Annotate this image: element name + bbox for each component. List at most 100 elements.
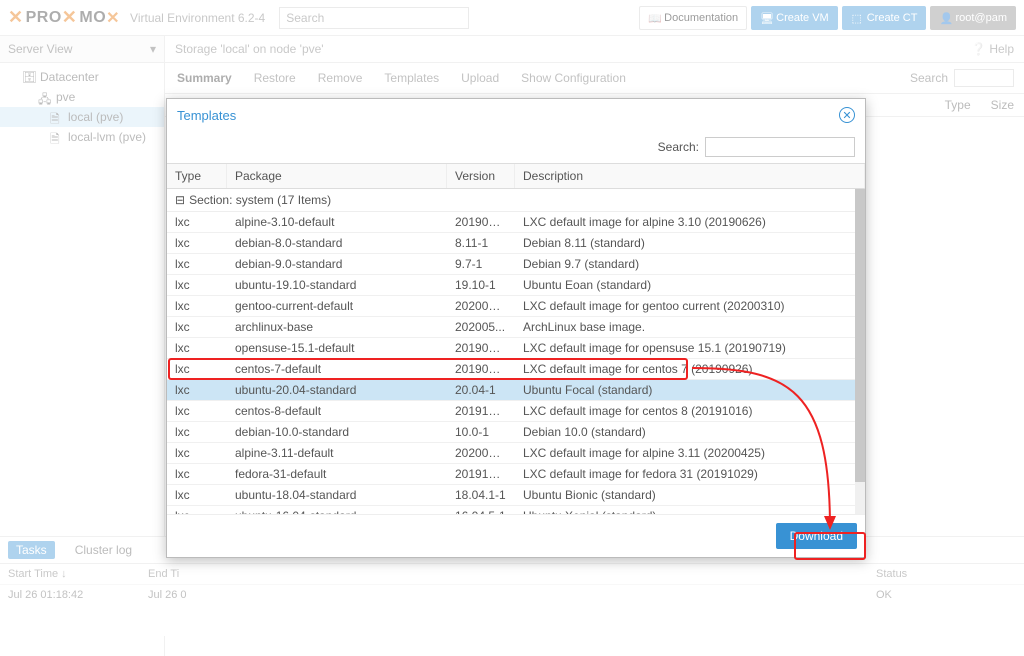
template-row[interactable]: lxcubuntu-18.04-standard18.04.1-1Ubuntu … [167, 485, 865, 506]
cell-description: LXC default image for opensuse 15.1 (201… [515, 338, 865, 358]
cell-version: 18.04.1-1 [447, 485, 515, 505]
cell-package: debian-10.0-standard [227, 422, 447, 442]
template-row[interactable]: lxccentos-8-default20191016LXC default i… [167, 401, 865, 422]
cell-description: Debian 10.0 (standard) [515, 422, 865, 442]
create-vm-button[interactable]: 🖥Create VM [751, 6, 838, 30]
cell-version: 202005... [447, 317, 515, 337]
tab-cluster-log[interactable]: Cluster log [67, 541, 140, 559]
cell-package: centos-8-default [227, 401, 447, 421]
tree-storage-local-lvm[interactable]: 🗎local-lvm (pve) [0, 127, 164, 147]
cell-type: lxc [167, 464, 227, 484]
logo-x-icon: ✕ [106, 8, 120, 28]
templates-grid-header: Type Package Version Description [167, 163, 865, 189]
task-grid-header: Start Time ↓ End Ti Status [0, 564, 1024, 585]
dialog-search-input[interactable] [705, 137, 855, 157]
col-description[interactable]: Description [515, 164, 865, 188]
scrollbar-thumb[interactable] [855, 189, 865, 482]
template-row[interactable]: lxcubuntu-20.04-standard20.04-1Ubuntu Fo… [167, 380, 865, 401]
tree-storage-local[interactable]: 🗎local (pve) [0, 107, 164, 127]
templates-dialog: Templates ✕ Search: Type Package Version… [166, 98, 866, 558]
btn-templates[interactable]: Templates [382, 69, 441, 87]
tree-datacenter[interactable]: 🗄Datacenter [0, 67, 164, 87]
cell-type: lxc [167, 317, 227, 337]
template-row[interactable]: lxcdebian-8.0-standard8.11-1Debian 8.11 … [167, 233, 865, 254]
tree-node-pve[interactable]: 🖧pve [0, 87, 164, 107]
help-button[interactable]: ❔ Help [971, 42, 1014, 56]
user-icon: 👤 [939, 12, 951, 24]
cell-version: 9.7-1 [447, 254, 515, 274]
template-row[interactable]: lxcubuntu-19.10-standard19.10-1Ubuntu Eo… [167, 275, 865, 296]
collapse-icon[interactable]: ⊟ [175, 193, 185, 207]
cell-version: 20191029 [447, 464, 515, 484]
template-row[interactable]: lxcarchlinux-base202005...ArchLinux base… [167, 317, 865, 338]
template-row[interactable]: lxcfedora-31-default20191029LXC default … [167, 464, 865, 485]
chevron-down-icon[interactable]: ▾ [150, 42, 156, 56]
template-row[interactable]: lxcalpine-3.11-default20200425LXC defaul… [167, 443, 865, 464]
search-label: Search [910, 71, 948, 85]
cell-type: lxc [167, 233, 227, 253]
template-row[interactable]: lxcubuntu-16.04-standard16.04.5-1Ubuntu … [167, 506, 865, 514]
content-toolbar: Summary Restore Remove Templates Upload … [165, 63, 1024, 94]
tab-tasks[interactable]: Tasks [8, 541, 55, 559]
template-row[interactable]: lxcgentoo-current-default20200310LXC def… [167, 296, 865, 317]
template-row[interactable]: lxccentos-7-default20190926LXC default i… [167, 359, 865, 380]
col-package[interactable]: Package [227, 164, 447, 188]
server-icon: 🗄 [22, 70, 36, 84]
cell-package: gentoo-current-default [227, 296, 447, 316]
col-type[interactable]: Type [167, 164, 227, 188]
user-menu-button[interactable]: 👤root@pam [930, 6, 1016, 30]
cell-type: lxc [167, 380, 227, 400]
col-version[interactable]: Version [447, 164, 515, 188]
tab-summary[interactable]: Summary [175, 69, 234, 87]
cell-type: lxc [167, 422, 227, 442]
templates-grid-body: ⊟ Section: system (17 Items) lxcalpine-3… [167, 189, 865, 514]
download-button[interactable]: Download [776, 523, 857, 549]
disk-icon: 🗎 [50, 110, 64, 124]
template-row[interactable]: lxcdebian-9.0-standard9.7-1Debian 9.7 (s… [167, 254, 865, 275]
cell-version: 20200310 [447, 296, 515, 316]
cell-type: lxc [167, 443, 227, 463]
task-row[interactable]: Jul 26 01:18:42 Jul 26 0 OK [0, 585, 1024, 605]
template-row[interactable]: lxcalpine-3.10-default20190626LXC defaul… [167, 212, 865, 233]
cell-version: 20.04-1 [447, 380, 515, 400]
cell-description: LXC default image for alpine 3.10 (20190… [515, 212, 865, 232]
search-label: Search: [658, 140, 699, 154]
cell-version: 10.0-1 [447, 422, 515, 442]
btn-upload[interactable]: Upload [459, 69, 501, 87]
btn-remove[interactable]: Remove [316, 69, 365, 87]
close-icon[interactable]: ✕ [839, 107, 855, 123]
cell-description: Ubuntu Xenial (standard) [515, 506, 865, 514]
template-row[interactable]: lxcopensuse-15.1-default20190719LXC defa… [167, 338, 865, 359]
cell-description: LXC default image for gentoo current (20… [515, 296, 865, 316]
header-search-input[interactable] [279, 7, 469, 29]
cell-type: lxc [167, 506, 227, 514]
scrollbar[interactable] [855, 189, 865, 514]
btn-show-config[interactable]: Show Configuration [519, 69, 628, 87]
disk-icon: 🗎 [50, 130, 64, 144]
sidebar-header[interactable]: Server View ▾ [0, 36, 164, 63]
resource-tree: 🗄Datacenter 🖧pve 🗎local (pve) 🗎local-lvm… [0, 63, 164, 151]
content-search-input[interactable] [954, 69, 1014, 87]
btn-restore[interactable]: Restore [252, 69, 298, 87]
cell-type: lxc [167, 359, 227, 379]
cell-package: debian-8.0-standard [227, 233, 447, 253]
cell-description: Ubuntu Focal (standard) [515, 380, 865, 400]
monitor-icon: 🖥 [760, 12, 772, 24]
content-title: Storage 'local' on node 'pve' [175, 42, 324, 56]
cell-version: 20200425 [447, 443, 515, 463]
cell-package: debian-9.0-standard [227, 254, 447, 274]
cube-icon: ⬚ [851, 12, 863, 24]
template-row[interactable]: lxcdebian-10.0-standard10.0-1Debian 10.0… [167, 422, 865, 443]
cell-description: LXC default image for fedora 31 (2019102… [515, 464, 865, 484]
cell-description: Debian 9.7 (standard) [515, 254, 865, 274]
cell-description: LXC default image for alpine 3.11 (20200… [515, 443, 865, 463]
cell-type: lxc [167, 401, 227, 421]
create-ct-button[interactable]: ⬚Create CT [842, 6, 927, 30]
cell-description: ArchLinux base image. [515, 317, 865, 337]
book-icon: 📖 [648, 12, 660, 24]
server-icon: 🖧 [38, 90, 52, 104]
section-header[interactable]: ⊟ Section: system (17 Items) [167, 189, 865, 212]
cell-description: Ubuntu Bionic (standard) [515, 485, 865, 505]
cell-version: 8.11-1 [447, 233, 515, 253]
documentation-button[interactable]: 📖Documentation [639, 6, 747, 30]
